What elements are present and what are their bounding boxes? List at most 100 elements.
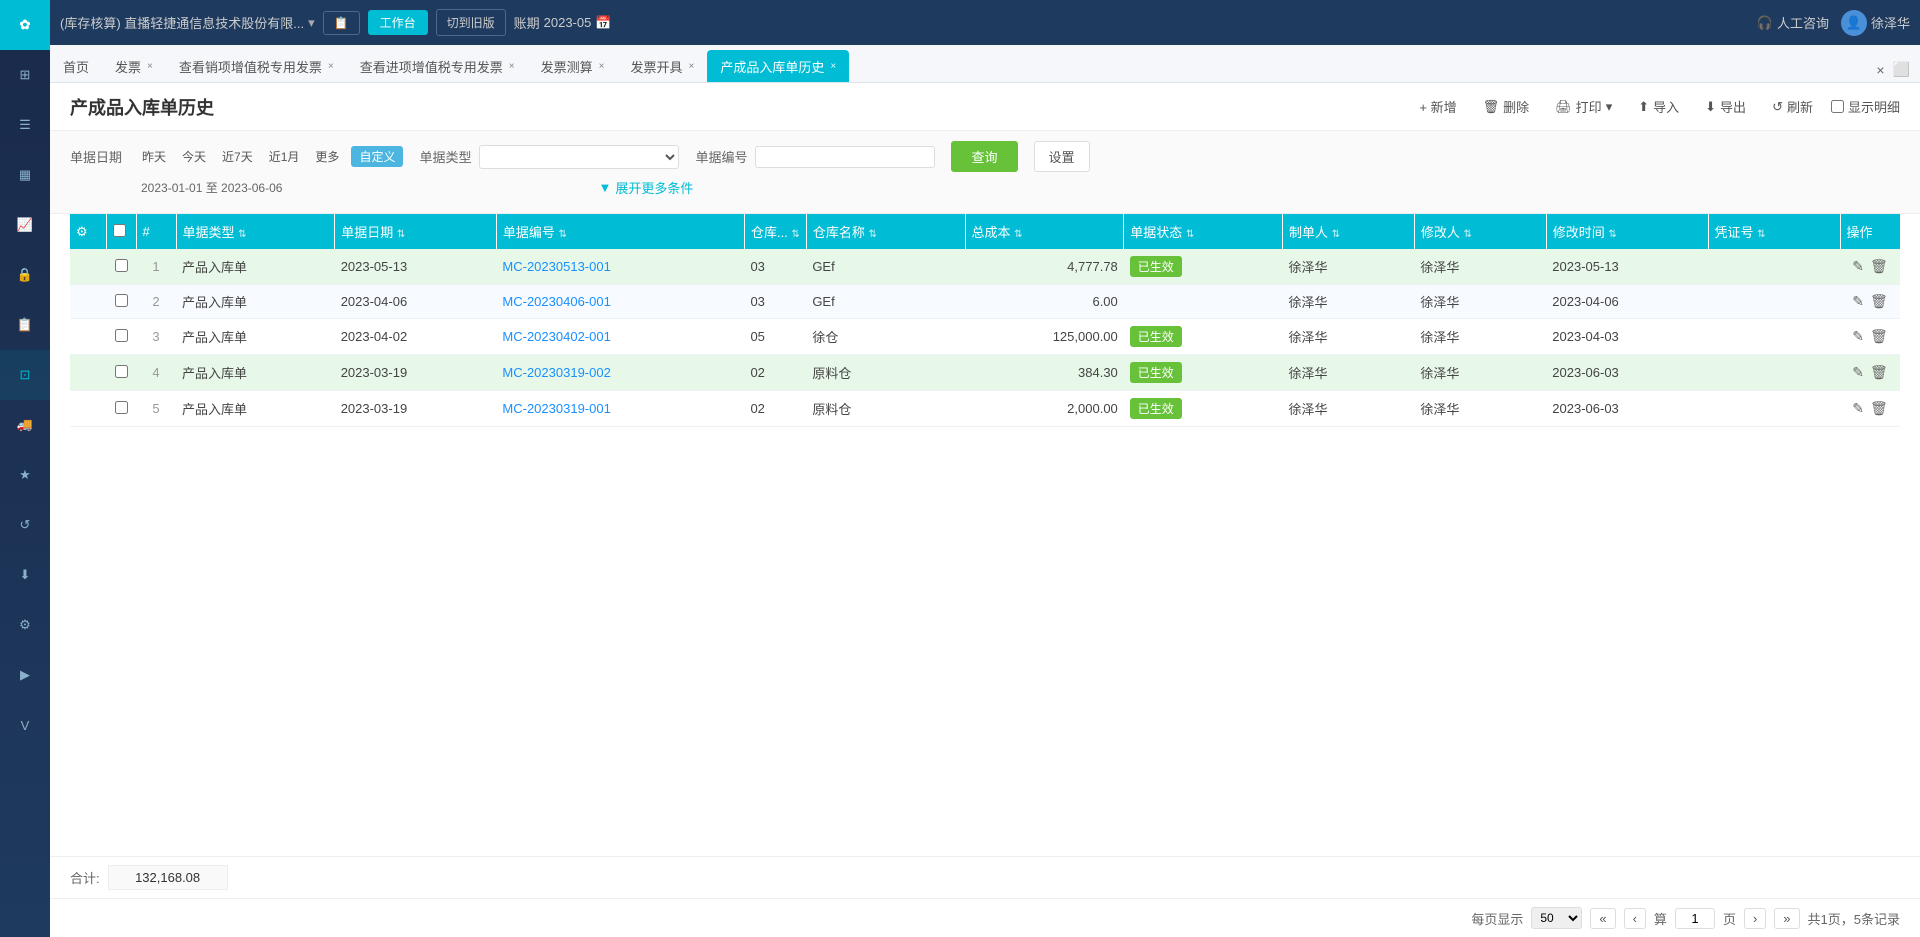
row-checkbox[interactable] bbox=[115, 259, 128, 272]
col-modify-time[interactable]: 修改时间 ⇅ bbox=[1546, 214, 1708, 249]
print-dropdown-icon[interactable]: ▾ bbox=[1606, 99, 1613, 115]
tab-home[interactable]: 首页 bbox=[50, 50, 102, 82]
sidebar-item-lock[interactable]: 🔒 bbox=[0, 250, 50, 300]
col-total-cost[interactable]: 总成本 ⇅ bbox=[965, 214, 1124, 249]
sort-creator-icon[interactable]: ⇅ bbox=[1332, 229, 1340, 240]
tab-invoice-open-close[interactable]: × bbox=[688, 61, 694, 72]
col-settings[interactable]: ⚙ bbox=[70, 214, 106, 249]
delete-row-icon[interactable]: 🗑 bbox=[1870, 400, 1888, 417]
sort-warehouse-code-icon[interactable]: ⇅ bbox=[791, 229, 799, 240]
doc-num-link[interactable]: MC-20230319-001 bbox=[502, 401, 610, 416]
date-1month[interactable]: 近1月 bbox=[265, 146, 304, 167]
date-more[interactable]: 更多 bbox=[311, 146, 343, 167]
first-page-btn[interactable]: « bbox=[1590, 908, 1615, 929]
row-doc-num[interactable]: MC-20230406-001 bbox=[496, 285, 744, 319]
sidebar-item-note[interactable]: 📋 bbox=[0, 300, 50, 350]
row-checkbox-cell[interactable] bbox=[106, 391, 136, 427]
col-modifier[interactable]: 修改人 ⇅ bbox=[1414, 214, 1546, 249]
select-all-checkbox[interactable] bbox=[113, 224, 126, 237]
delete-row-icon[interactable]: 🗑 bbox=[1870, 328, 1888, 345]
sort-modify-time-icon[interactable]: ⇅ bbox=[1608, 229, 1616, 240]
date-custom[interactable]: 自定义 bbox=[351, 146, 403, 167]
sidebar-item-settings[interactable]: ⚙ bbox=[0, 600, 50, 650]
doc-num-input[interactable] bbox=[755, 146, 935, 168]
user-profile[interactable]: 👤 徐泽华 bbox=[1841, 10, 1910, 36]
tab-close-icon[interactable]: × bbox=[1876, 62, 1884, 78]
doc-num-link[interactable]: MC-20230319-002 bbox=[502, 365, 610, 380]
tab-invoice-close[interactable]: × bbox=[147, 61, 153, 72]
col-doc-status[interactable]: 单据状态 ⇅ bbox=[1124, 214, 1283, 249]
tab-sales-vat[interactable]: 查看销项增值税专用发票 × bbox=[166, 50, 347, 82]
tab-product-history-close[interactable]: × bbox=[830, 61, 836, 72]
delete-btn[interactable]: 🗑 删除 bbox=[1475, 93, 1538, 120]
doc-num-link[interactable]: MC-20230406-001 bbox=[502, 294, 610, 309]
row-doc-num[interactable]: MC-20230402-001 bbox=[496, 319, 744, 355]
sort-voucher-num-icon[interactable]: ⇅ bbox=[1757, 229, 1765, 240]
edit-icon[interactable]: ✎ bbox=[1852, 328, 1864, 345]
print-btn[interactable]: 🖨 打印 ▾ bbox=[1547, 93, 1620, 120]
col-warehouse-name[interactable]: 仓库名称 ⇅ bbox=[806, 214, 965, 249]
row-checkbox-cell[interactable] bbox=[106, 319, 136, 355]
per-page-select[interactable]: 50 100 200 bbox=[1531, 907, 1582, 929]
date-yesterday[interactable]: 昨天 bbox=[138, 146, 170, 167]
date-today[interactable]: 今天 bbox=[178, 146, 210, 167]
switch-version-btn[interactable]: 切到旧版 bbox=[436, 9, 506, 36]
edit-icon[interactable]: ✎ bbox=[1852, 400, 1864, 417]
refresh-btn[interactable]: ↺ 刷新 bbox=[1764, 93, 1821, 120]
row-checkbox[interactable] bbox=[115, 294, 128, 307]
sort-doc-date-icon[interactable]: ⇅ bbox=[397, 229, 405, 240]
workbench-btn[interactable]: 工作台 bbox=[368, 10, 428, 35]
dropdown-icon[interactable]: ▾ bbox=[308, 15, 315, 31]
col-warehouse-code[interactable]: 仓库... ⇅ bbox=[744, 214, 806, 249]
prev-page-btn[interactable]: ‹ bbox=[1624, 908, 1646, 929]
delete-row-icon[interactable]: 🗑 bbox=[1870, 364, 1888, 381]
app-logo[interactable]: ✿ bbox=[0, 0, 50, 50]
col-doc-num[interactable]: 单据编号 ⇅ bbox=[496, 214, 744, 249]
sidebar-item-truck[interactable]: 🚚 bbox=[0, 400, 50, 450]
tab-purchase-vat-close[interactable]: × bbox=[509, 61, 515, 72]
sort-total-cost-icon[interactable]: ⇅ bbox=[1014, 229, 1022, 240]
sidebar-item-warehouse[interactable]: ⊡ bbox=[0, 350, 50, 400]
tab-product-history[interactable]: 产成品入库单历史 × bbox=[707, 50, 849, 82]
new-btn[interactable]: + 新增 bbox=[1411, 93, 1464, 120]
sort-doc-num-icon[interactable]: ⇅ bbox=[559, 229, 567, 240]
edit-icon[interactable]: ✎ bbox=[1852, 258, 1864, 275]
sidebar-item-download[interactable]: ⬇ bbox=[0, 550, 50, 600]
doc-num-link[interactable]: MC-20230402-001 bbox=[502, 329, 610, 344]
last-page-btn[interactable]: » bbox=[1774, 908, 1799, 929]
sort-doc-type-icon[interactable]: ⇅ bbox=[238, 229, 246, 240]
sidebar-item-video[interactable]: ▶ bbox=[0, 650, 50, 700]
row-checkbox-cell[interactable] bbox=[106, 285, 136, 319]
row-doc-num[interactable]: MC-20230319-002 bbox=[496, 355, 744, 391]
edit-icon[interactable]: ✎ bbox=[1852, 364, 1864, 381]
row-checkbox-cell[interactable] bbox=[106, 355, 136, 391]
row-doc-num[interactable]: MC-20230319-001 bbox=[496, 391, 744, 427]
row-checkbox[interactable] bbox=[115, 329, 128, 342]
sidebar-item-chart[interactable]: ▦ bbox=[0, 150, 50, 200]
export-btn[interactable]: ⬇ 导出 bbox=[1697, 93, 1754, 120]
row-doc-num[interactable]: MC-20230513-001 bbox=[496, 249, 744, 285]
sidebar-item-star[interactable]: ★ bbox=[0, 450, 50, 500]
tab-purchase-vat[interactable]: 查看进项增值税专用发票 × bbox=[347, 50, 528, 82]
sidebar-item-analysis[interactable]: 📈 bbox=[0, 200, 50, 250]
doc-num-link[interactable]: MC-20230513-001 bbox=[502, 259, 610, 274]
query-btn[interactable]: 查询 bbox=[951, 141, 1017, 172]
settings-col-icon[interactable]: ⚙ bbox=[76, 224, 88, 239]
help-btn[interactable]: 🎧 人工咨询 bbox=[1757, 13, 1829, 32]
display-detail-toggle[interactable]: 显示明细 bbox=[1831, 97, 1900, 116]
import-btn[interactable]: ⬆ 导入 bbox=[1630, 93, 1687, 120]
delete-row-icon[interactable]: 🗑 bbox=[1870, 293, 1888, 310]
next-page-btn[interactable]: › bbox=[1744, 908, 1766, 929]
row-checkbox-cell[interactable] bbox=[106, 249, 136, 285]
date-7days[interactable]: 近7天 bbox=[218, 146, 257, 167]
setting-btn[interactable]: 设置 bbox=[1034, 141, 1090, 172]
col-creator[interactable]: 制单人 ⇅ bbox=[1282, 214, 1414, 249]
calendar-icon[interactable]: 📅 bbox=[595, 15, 611, 31]
sort-modifier-icon[interactable]: ⇅ bbox=[1464, 229, 1472, 240]
sidebar-item-home[interactable]: ⊞ bbox=[0, 50, 50, 100]
sidebar-item-refresh[interactable]: ↺ bbox=[0, 500, 50, 550]
page-number-input[interactable] bbox=[1675, 908, 1715, 929]
tab-invoice-open[interactable]: 发票开具 × bbox=[617, 50, 707, 82]
tab-sales-vat-close[interactable]: × bbox=[328, 61, 334, 72]
sidebar-item-docs[interactable]: ☰ bbox=[0, 100, 50, 150]
